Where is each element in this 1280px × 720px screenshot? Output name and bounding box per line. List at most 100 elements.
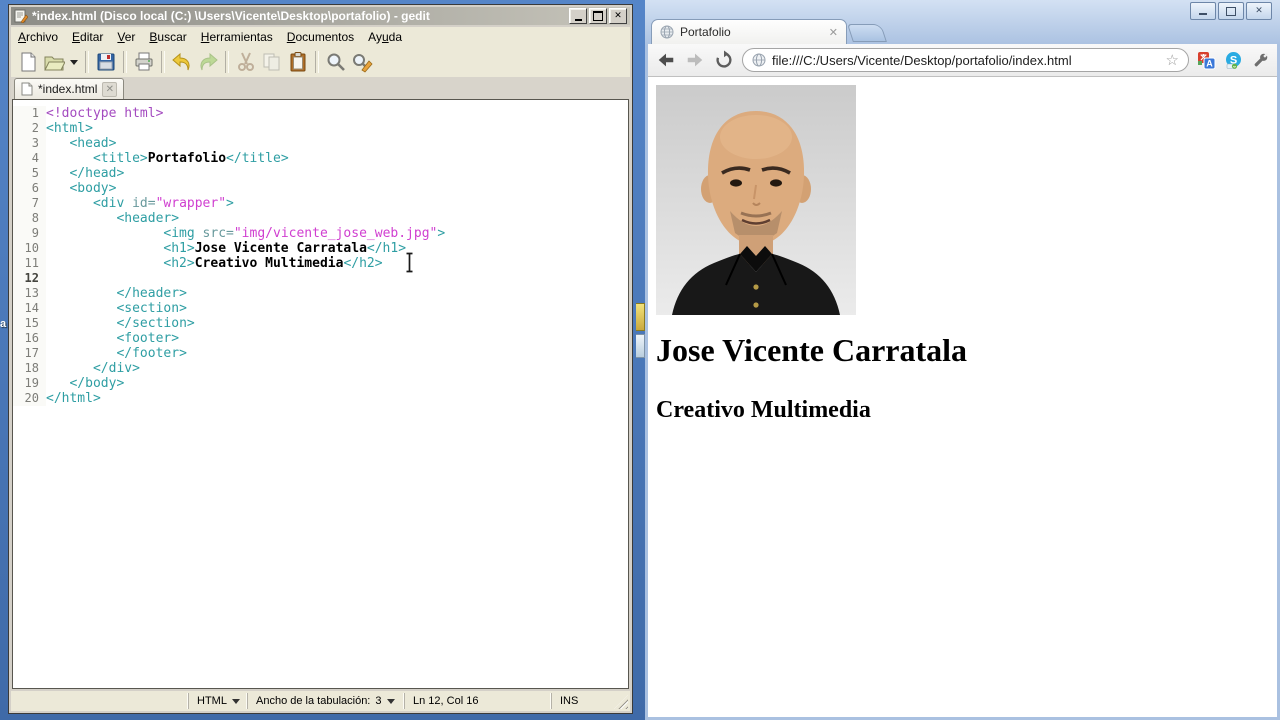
code-line: 5 </head> bbox=[13, 166, 628, 181]
tab-close-icon[interactable]: ✕ bbox=[102, 81, 118, 97]
code-text: <footer> bbox=[116, 331, 180, 346]
copy-icon[interactable] bbox=[259, 49, 285, 75]
code-text: <!doctype html> bbox=[46, 106, 164, 121]
minimize-icon[interactable] bbox=[1190, 2, 1216, 20]
close-icon[interactable]: ✕ bbox=[1246, 2, 1272, 20]
page-heading: Jose Vicente Carratala bbox=[656, 332, 968, 368]
line-number: 8 bbox=[13, 211, 46, 226]
open-dropdown-icon[interactable] bbox=[67, 49, 81, 75]
forward-icon[interactable] bbox=[684, 49, 706, 71]
new-tab-button[interactable] bbox=[847, 24, 887, 42]
browser-viewport: Jose Vicente Carratala Creativo Multimed… bbox=[648, 77, 1277, 717]
menu-item-herramientas[interactable]: Herramientas bbox=[194, 28, 280, 46]
menu-item-editar[interactable]: Editar bbox=[65, 28, 110, 46]
line-number: 12 bbox=[13, 271, 46, 286]
maximize-icon[interactable] bbox=[1218, 2, 1244, 20]
line-number: 18 bbox=[13, 361, 46, 376]
insert-mode-panel: INS bbox=[551, 693, 612, 709]
paste-icon[interactable] bbox=[285, 49, 311, 75]
code-text: <h2>Creativo Multimedia</h2> bbox=[163, 256, 383, 271]
undo-icon[interactable] bbox=[169, 49, 195, 75]
code-text: </section> bbox=[116, 316, 195, 331]
tab-close-icon[interactable]: ✕ bbox=[829, 26, 838, 39]
line-number: 2 bbox=[13, 121, 46, 136]
save-icon[interactable] bbox=[93, 49, 119, 75]
code-line: 12 bbox=[13, 271, 628, 286]
code-line: 3 <head> bbox=[13, 136, 628, 151]
line-number: 3 bbox=[13, 136, 46, 151]
code-text: <html> bbox=[46, 121, 93, 136]
new-document-icon[interactable] bbox=[15, 49, 41, 75]
url-text[interactable]: file:///C:/Users/Vicente/Desktop/portafo… bbox=[772, 53, 1160, 68]
document-icon bbox=[21, 82, 33, 96]
bookmark-star-icon[interactable]: ☆ bbox=[1166, 52, 1179, 68]
menu-item-buscar[interactable]: Buscar bbox=[142, 28, 193, 46]
menu-item-archivo[interactable]: Archivo bbox=[11, 28, 65, 46]
line-number: 15 bbox=[13, 316, 46, 331]
line-number: 13 bbox=[13, 286, 46, 301]
toolbar-separator bbox=[225, 51, 229, 73]
gedit-app-icon bbox=[14, 9, 28, 23]
minimize-icon[interactable] bbox=[569, 8, 587, 24]
menu-item-documentos[interactable]: Documentos bbox=[280, 28, 361, 46]
code-text: <title>Portafolio</title> bbox=[92, 151, 289, 166]
code-line: 20 </html> bbox=[13, 391, 628, 406]
close-icon[interactable]: ✕ bbox=[609, 8, 627, 24]
page-globe-icon bbox=[752, 53, 766, 67]
code-line: 1 <!doctype html> bbox=[13, 106, 628, 121]
line-number: 17 bbox=[13, 346, 46, 361]
language-mode-dropdown[interactable]: HTML bbox=[188, 693, 247, 709]
insert-mode-value: INS bbox=[560, 695, 579, 707]
line-number: 20 bbox=[13, 391, 46, 406]
cut-icon[interactable] bbox=[233, 49, 259, 75]
menu-item-ver[interactable]: Ver bbox=[110, 28, 142, 46]
open-icon[interactable] bbox=[41, 49, 67, 75]
gedit-tab-index-html[interactable]: *index.html ✕ bbox=[14, 78, 125, 99]
code-text: </body> bbox=[69, 376, 125, 391]
code-line: 4 <title>Portafolio</title> bbox=[13, 151, 628, 166]
skype-extension-icon[interactable]: S bbox=[1223, 50, 1243, 70]
chrome-window: ✕ Portafolio ✕ file:///C:/Users/Vicente/… bbox=[645, 0, 1280, 720]
line-number: 19 bbox=[13, 376, 46, 391]
browser-tab-portafolio[interactable]: Portafolio ✕ bbox=[651, 19, 847, 44]
line-number: 16 bbox=[13, 331, 46, 346]
resize-grip[interactable] bbox=[614, 695, 628, 709]
page-subheading: Creativo Multimedia bbox=[656, 397, 871, 423]
desktop-icon-label-fragment: a bbox=[0, 318, 7, 330]
line-number: 4 bbox=[13, 151, 46, 166]
maximize-icon[interactable] bbox=[589, 8, 607, 24]
code-text: </div> bbox=[92, 361, 140, 376]
caret-down-icon bbox=[231, 698, 240, 708]
code-line: 18 </div> bbox=[13, 361, 628, 376]
code-line: 6 <body> bbox=[13, 181, 628, 196]
code-text: </html> bbox=[46, 391, 101, 406]
find-and-replace-icon[interactable] bbox=[349, 49, 375, 75]
desktop-icon-fragment bbox=[636, 334, 645, 358]
menu-item-ayuda[interactable]: Ayuda bbox=[361, 28, 409, 46]
gedit-tabbar: *index.html ✕ bbox=[11, 77, 630, 99]
gedit-text-editor[interactable]: 1 <!doctype html> 2 <html> 3 <head> 4 <title>… bbox=[12, 99, 629, 689]
find-icon[interactable] bbox=[323, 49, 349, 75]
toolbar-separator bbox=[123, 51, 127, 73]
back-icon[interactable] bbox=[655, 49, 677, 71]
gedit-toolbar bbox=[11, 47, 630, 77]
tab-width-label: Ancho de la tabulación: bbox=[256, 695, 371, 707]
gedit-titlebar[interactable]: *index.html (Disco local (C:) \Users\Vic… bbox=[11, 7, 630, 25]
portrait-photo bbox=[656, 85, 856, 315]
wrench-menu-icon[interactable] bbox=[1250, 50, 1270, 70]
address-bar[interactable]: file:///C:/Users/Vicente/Desktop/portafo… bbox=[742, 48, 1189, 72]
line-number: 6 bbox=[13, 181, 46, 196]
redo-icon[interactable] bbox=[195, 49, 221, 75]
gedit-menubar: Archivo Editar Ver Buscar Herramientas Docume… bbox=[11, 27, 630, 47]
code-text: <head> bbox=[69, 136, 117, 151]
line-number: 11 bbox=[13, 256, 46, 271]
toolbar-separator bbox=[85, 51, 89, 73]
reload-icon[interactable] bbox=[713, 49, 735, 71]
code-line: 16 <footer> bbox=[13, 331, 628, 346]
page-globe-icon bbox=[660, 25, 674, 39]
tab-width-dropdown[interactable]: Ancho de la tabulación: 3 bbox=[247, 693, 404, 709]
mouse-cursor-ibeam bbox=[403, 252, 416, 278]
translate-extension-icon[interactable]: A bbox=[1196, 50, 1216, 70]
print-icon[interactable] bbox=[131, 49, 157, 75]
code-line: 13 </header> bbox=[13, 286, 628, 301]
